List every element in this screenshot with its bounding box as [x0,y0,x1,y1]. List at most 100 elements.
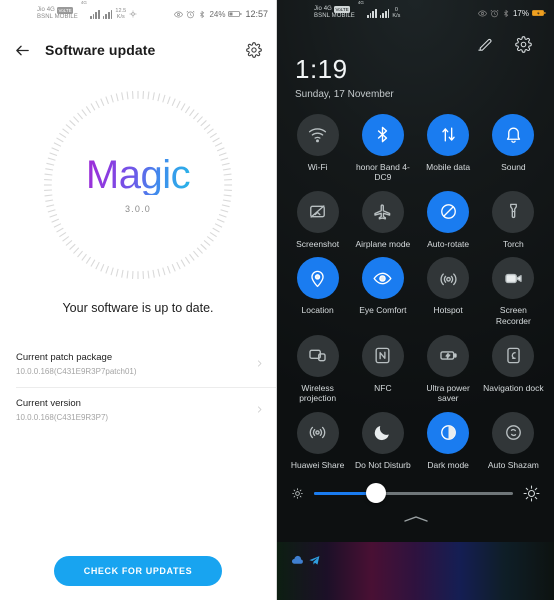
cast-screen-icon [309,349,326,362]
brightness-high-icon [523,485,540,502]
mobile-data-icon [441,127,455,142]
qs-tile-label: NFC [374,382,392,393]
edit-pencil-icon[interactable] [476,36,493,53]
network-type-label: 4G [357,0,364,5]
qs-tile-bubble [492,113,535,156]
network-speed-unit: K/s [116,14,125,20]
screenshot-icon [310,205,326,219]
qs-tile-do-not-disturb[interactable]: Do Not Disturb [350,411,415,471]
qs-tile-honor-band-4-dc9[interactable]: honor Band 4-DC9 [350,113,415,183]
brightness-slider[interactable] [277,483,554,504]
qs-tile-bubble [361,257,404,300]
qs-tile-wireless-projection[interactable]: Wireless projection [285,334,350,404]
qs-tile-label: Wireless projection [299,382,337,404]
qs-tile-eye-comfort[interactable]: Eye Comfort [350,257,415,326]
qs-tile-dark-mode[interactable]: Dark mode [416,411,481,471]
quick-settings-screen: Jio 4G VoLTE BSNL MOBILE 4G 0 K/s 17% 1:… [277,0,554,600]
qs-tile-label: Wi-Fi [307,161,328,172]
qs-date: Sunday, 17 November [295,88,394,100]
qs-tile-label: Navigation dock [483,382,544,393]
qs-tile-bubble [427,334,470,377]
qs-tile-label: honor Band 4-DC9 [355,161,410,183]
qs-tile-bubble [427,113,470,156]
qs-tile-torch[interactable]: Torch [481,190,546,250]
nfc-icon [375,347,390,364]
qs-tile-bubble [296,257,339,300]
qs-tile-bubble [492,257,535,300]
network-speed: 12.5 K/s [115,8,126,20]
carrier-secondary: BSNL MOBILE [37,14,78,20]
airplane-icon [374,204,391,220]
qs-tile-mobile-data[interactable]: Mobile data [416,113,481,183]
gear-icon[interactable] [515,36,532,53]
qs-tile-wi-fi[interactable]: Wi-Fi [285,113,350,183]
qs-tile-label: Torch [502,238,524,249]
qs-tile-label: Auto Shazam [487,459,539,470]
qs-tile-label: Sound [501,161,526,172]
pull-handle[interactable] [277,514,554,524]
qs-tile-airplane-mode[interactable]: Airplane mode [350,190,415,250]
qs-tile-nfc[interactable]: NFC [350,334,415,404]
qs-tile-screenshot[interactable]: Screenshot [285,190,350,250]
eye-care-icon [477,9,487,18]
qs-tile-label: Do Not Disturb [355,459,411,470]
qs-tile-bubble [361,411,404,454]
qs-tile-location[interactable]: Location [285,257,350,326]
moon-icon [375,426,390,441]
signal-bars-icon-2 [102,9,113,19]
qs-tile-navigation-dock[interactable]: Navigation dock [481,334,546,404]
brand-name: Magic [85,153,191,197]
volte-badge: VoLTE [333,6,351,13]
clock-block: 1:19 Sunday, 17 November [277,26,554,100]
volte-badge: VoLTE [56,7,74,14]
page-title: Software update [45,42,156,58]
qs-tile-hotspot[interactable]: Hotspot [416,257,481,326]
back-arrow-icon[interactable] [14,42,31,59]
dual-screenshot: Jio 4G VoLTE BSNL MOBILE 4G 12.5 K/s 24%… [0,0,554,600]
qs-tile-label: Huawei Share [290,459,345,470]
qs-tile-label: Ultra power saver [426,382,470,404]
qs-tile-huawei-share[interactable]: Huawei Share [285,411,350,471]
cloud-drive-icon[interactable] [291,554,304,572]
brightness-thumb[interactable] [365,483,386,504]
gear-icon[interactable] [246,42,262,58]
huawei-share-icon [309,427,326,439]
signal-bars-icon-1 [366,8,377,18]
brand-version: 3.0.0 [124,204,151,214]
qs-tile-bubble [427,257,470,300]
update-status-text: Your software is up to date. [62,301,214,315]
qs-tile-bubble [361,190,404,233]
flashlight-icon [509,204,517,219]
battery-percent: 17% [512,8,529,18]
alarm-icon [490,9,499,18]
list-item-current-patch-package[interactable]: Current patch package 10.0.0.168(C431E9R… [0,341,276,387]
qs-tile-screen-recorder[interactable]: Screen Recorder [481,257,546,326]
carrier-primary: Jio 4G [37,7,55,14]
qs-tile-auto-shazam[interactable]: Auto Shazam [481,411,546,471]
location-icon [129,10,137,18]
battery-charging-icon [532,9,546,17]
qs-tile-ultra-power-saver[interactable]: Ultra power saver [416,334,481,404]
brightness-track[interactable] [314,483,513,504]
list-item-current-version[interactable]: Current version 10.0.0.168(C431E9R3P7) [0,387,276,433]
chevron-up-icon [403,515,428,522]
telegram-icon[interactable] [308,554,321,572]
list-item-title: Current version [16,398,81,409]
qs-tile-bubble [492,190,535,233]
contrast-circle-icon [440,425,456,441]
qs-tile-label: Location [301,305,334,316]
qs-tile-sound[interactable]: Sound [481,113,546,183]
qs-time: 1:19 [295,54,348,84]
hotspot-icon [440,273,457,286]
check-for-updates-button[interactable]: CHECK FOR UPDATES [53,556,223,586]
software-update-screen: Jio 4G VoLTE BSNL MOBILE 4G 12.5 K/s 24%… [0,0,277,600]
qs-tile-label: Eye Comfort [359,305,407,316]
qs-tile-bubble [296,113,339,156]
qs-tile-auto-rotate[interactable]: Auto-rotate [416,190,481,250]
wifi-icon [309,128,327,143]
qs-tile-bubble [427,190,470,233]
qs-tile-bubble [296,411,339,454]
qs-tile-label: Auto-rotate [427,238,470,249]
list-item-title: Current patch package [16,352,113,363]
notification-icons [291,554,321,572]
